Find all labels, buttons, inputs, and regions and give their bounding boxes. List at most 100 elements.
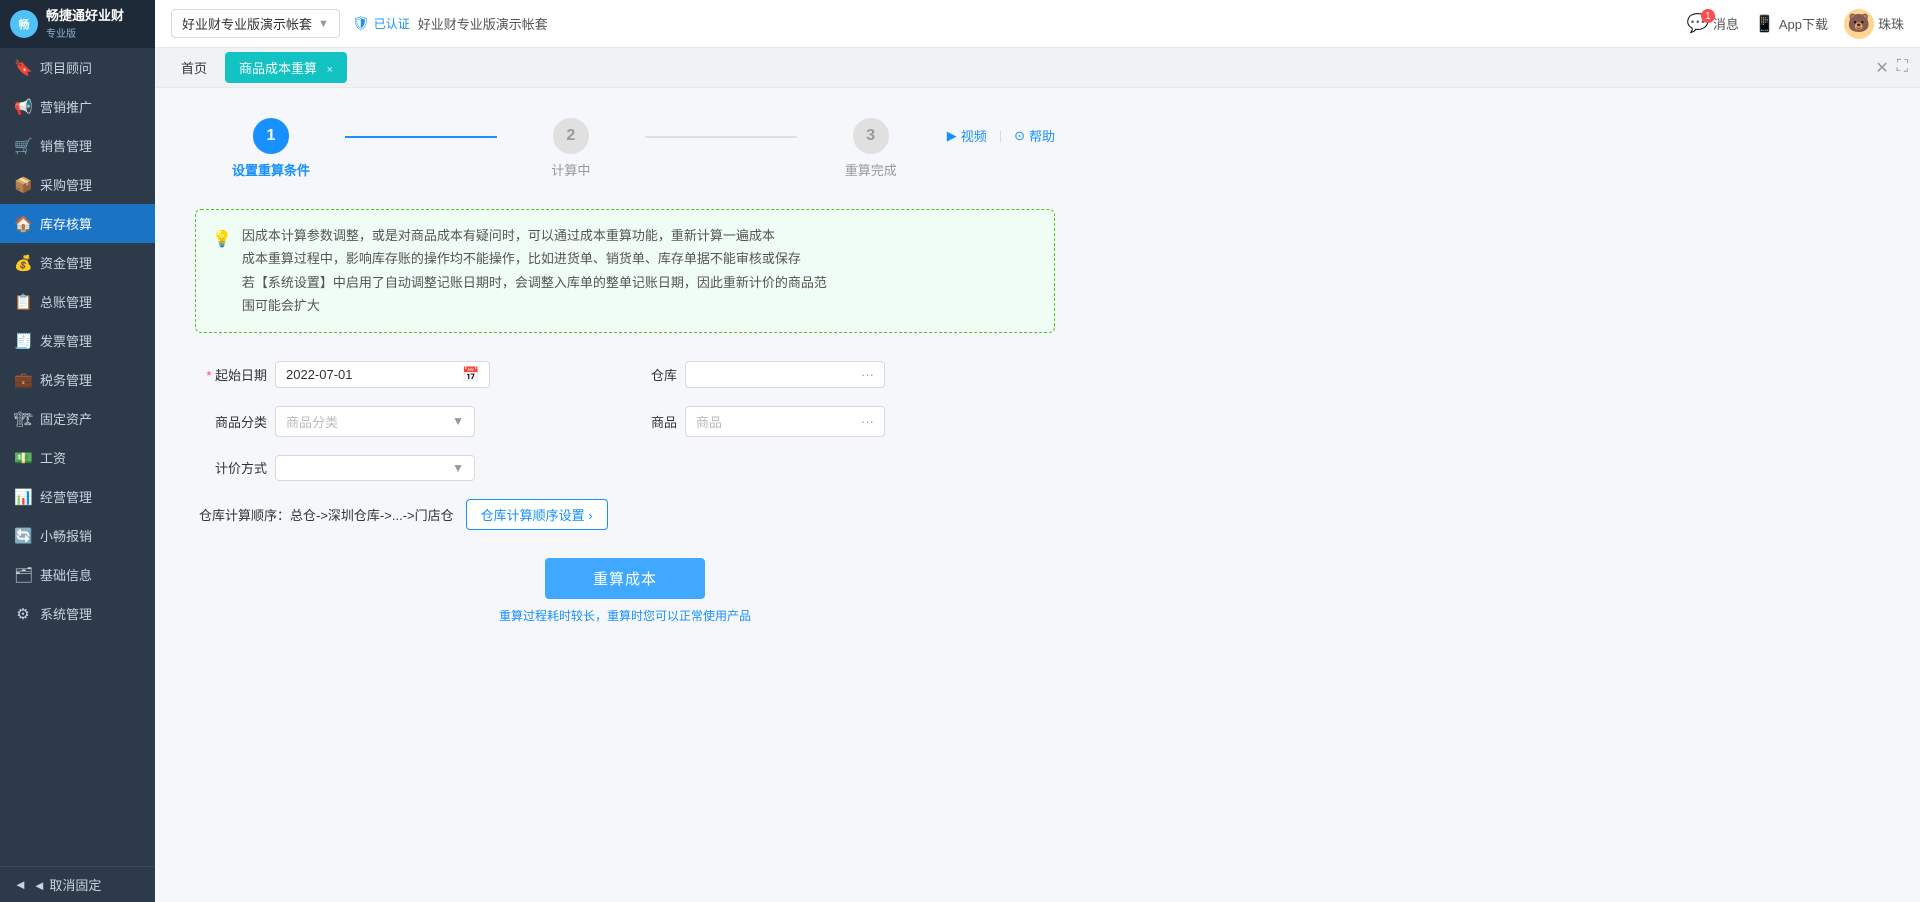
step-3-num: 3 [866, 127, 875, 145]
start-date-input-wrapper[interactable]: 📅 [275, 361, 490, 388]
tabbar-right-buttons: ✕ ⛶ [1875, 58, 1908, 78]
pricing-chevron-icon: ▼ [452, 461, 464, 475]
username: 珠珠 [1878, 14, 1904, 33]
step-2-num: 2 [566, 127, 575, 145]
sidebar-icon-发票管理: 🧾 [14, 332, 32, 350]
tab-close-icon[interactable]: × [327, 64, 333, 76]
sidebar-icon-总账管理: 📋 [14, 293, 32, 311]
verified-text: 已认证 [374, 15, 410, 32]
sidebar-item-项目顾问[interactable]: 🔖 项目顾问 [0, 48, 155, 87]
tab-cost-recalc[interactable]: 商品成本重算 × [225, 52, 347, 83]
sidebar-item-税务管理[interactable]: 💼 税务管理 [0, 360, 155, 399]
start-date-input[interactable] [286, 362, 462, 387]
info-line-3: 若【系统设置】中启用了自动调整记账日期时，会调整入库单的整单记账日期，因此重新计… [242, 271, 827, 294]
stepper: 1 设置重算条件 2 计算中 3 重算完成 ▶ 视频 | ⊙ [195, 118, 1055, 179]
sidebar-item-营销推广[interactable]: 📢 营销推广 [0, 87, 155, 126]
product-select[interactable]: 商品 ··· [685, 406, 885, 437]
user-profile[interactable]: 🐻 珠珠 [1844, 9, 1904, 39]
info-icon: 💡 [212, 226, 232, 318]
sidebar-label-营销推广: 营销推广 [40, 97, 92, 116]
step-1-circle: 1 [253, 118, 289, 154]
main-area: 好业财专业版演示帐套 ▼ 🛡 已认证 好业财专业版演示帐套 💬 1 消息 📱 A… [155, 0, 1920, 902]
info-box: 💡 因成本计算参数调整，或是对商品成本有疑问时，可以通过成本重算功能，重新计算一… [195, 209, 1055, 333]
topbar-account-name: 好业财专业版演示帐套 [418, 14, 548, 33]
sidebar-item-基础信息[interactable]: 🗂 基础信息 [0, 555, 155, 594]
warehouse-order-settings-button[interactable]: 仓库计算顺序设置 › [466, 499, 608, 530]
sidebar-icon-营销推广: 📢 [14, 98, 32, 116]
sidebar-item-库存核算[interactable]: 🏠 库存核算 [0, 204, 155, 243]
step-3: 3 重算完成 [795, 118, 947, 179]
tab-home[interactable]: 首页 [167, 52, 221, 83]
app-download-button[interactable]: 📱 App下载 [1755, 14, 1828, 34]
sidebar-item-总账管理[interactable]: 📋 总账管理 [0, 282, 155, 321]
content-area: 1 设置重算条件 2 计算中 3 重算完成 ▶ 视频 | ⊙ [155, 88, 1920, 902]
sidebar-icon-工资: 💵 [14, 449, 32, 467]
recalc-button[interactable]: 重算成本 [545, 558, 705, 599]
sidebar-item-资金管理[interactable]: 💰 资金管理 [0, 243, 155, 282]
sidebar-item-系统管理[interactable]: ⚙ 系统管理 [0, 594, 155, 633]
step-2-circle: 2 [553, 118, 589, 154]
recalc-section: 重算成本 重算过程耗时较长，重算时您可以正常使用产品 [195, 558, 1055, 624]
help-link[interactable]: ⊙ 帮助 [1014, 126, 1055, 145]
sidebar-icon-固定资产: 🏗 [14, 410, 32, 428]
sidebar-icon-基础信息: 🗂 [14, 566, 32, 584]
sidebar: 畅 畅捷通好业财 专业版 🔖 项目顾问 📢 营销推广 🛒 销售管理 📦 采购管理… [0, 0, 155, 902]
account-selector[interactable]: 好业财专业版演示帐套 ▼ [171, 9, 340, 38]
sidebar-label-库存核算: 库存核算 [40, 214, 92, 233]
app-name: 畅捷通好业财 [46, 8, 124, 25]
sidebar-label-工资: 工资 [40, 448, 66, 467]
app-edition: 专业版 [46, 25, 124, 40]
sidebar-label-经营管理: 经营管理 [40, 487, 92, 506]
info-line-1: 因成本计算参数调整，或是对商品成本有疑问时，可以通过成本重算功能，重新计算一遍成… [242, 224, 827, 247]
calendar-icon[interactable]: 📅 [462, 366, 479, 383]
verified-badge: 🛡 已认证 [352, 15, 410, 32]
info-line-2: 成本重算过程中，影响库存账的操作均不能操作，比如进货单、销货单、库存单据不能审核… [242, 247, 827, 270]
sidebar-icon-库存核算: 🏠 [14, 215, 32, 233]
tab-home-label: 首页 [181, 61, 207, 76]
sidebar-item-销售管理[interactable]: 🛒 销售管理 [0, 126, 155, 165]
recalc-btn-label: 重算成本 [593, 571, 657, 588]
sidebar-item-采购管理[interactable]: 📦 采购管理 [0, 165, 155, 204]
message-label: 消息 [1713, 14, 1739, 33]
avatar: 🐻 [1844, 9, 1874, 39]
warehouse-order-row: 仓库计算顺序：总仓->深圳仓库->...->门店仓 仓库计算顺序设置 › [195, 499, 1055, 530]
sidebar-icon-系统管理: ⚙ [14, 605, 32, 623]
product-dots-icon: ··· [861, 414, 874, 429]
message-badge: 1 [1701, 9, 1715, 23]
sidebar-label-税务管理: 税务管理 [40, 370, 92, 389]
sidebar-item-小畅报销[interactable]: 🔄 小畅报销 [0, 516, 155, 555]
pricing-select[interactable]: ▼ [275, 455, 475, 481]
sidebar-item-发票管理[interactable]: 🧾 发票管理 [0, 321, 155, 360]
tabbar: 首页 商品成本重算 × ✕ ⛶ [155, 48, 1920, 88]
message-button[interactable]: 💬 1 消息 [1686, 13, 1738, 34]
warehouse-dots-icon: ··· [861, 367, 874, 382]
sidebar-item-工资[interactable]: 💵 工资 [0, 438, 155, 477]
sidebar-icon-税务管理: 💼 [14, 371, 32, 389]
sidebar-label-资金管理: 资金管理 [40, 253, 92, 272]
step-3-circle: 3 [853, 118, 889, 154]
warehouse-select[interactable]: ··· [685, 361, 885, 388]
sidebar-label-发票管理: 发票管理 [40, 331, 92, 350]
sidebar-item-经营管理[interactable]: 📊 经营管理 [0, 477, 155, 516]
warehouse-label: 仓库 [645, 365, 685, 384]
step-2: 2 计算中 [495, 118, 647, 179]
sidebar-item-固定资产[interactable]: 🏗 固定资产 [0, 399, 155, 438]
expand-icon[interactable]: ⛶ [1897, 58, 1908, 78]
form-section: 起始日期 📅 仓库 ··· 商品分类 [195, 361, 1055, 624]
sidebar-pin-toggle[interactable]: ◄ ◄ 取消固定 [0, 866, 155, 902]
step-1: 1 设置重算条件 [195, 118, 347, 179]
category-select[interactable]: 商品分类 ▼ [275, 406, 475, 437]
topbar-actions: 💬 1 消息 📱 App下载 🐻 珠珠 [1686, 9, 1904, 39]
info-line-4: 围可能会扩大 [242, 294, 827, 317]
sidebar-label-采购管理: 采购管理 [40, 175, 92, 194]
sidebar-label-固定资产: 固定资产 [40, 409, 92, 428]
recalc-hint: 重算过程耗时较长，重算时您可以正常使用产品 [195, 607, 1055, 624]
video-help-link[interactable]: ▶ 视频 [947, 126, 987, 145]
pricing-label: 计价方式 [195, 458, 275, 477]
step-line-2 [645, 136, 797, 138]
close-window-icon[interactable]: ✕ [1875, 58, 1888, 78]
step-2-label: 计算中 [551, 160, 590, 179]
app-download-label: App下载 [1779, 14, 1828, 33]
app-logo-icon: 畅 [10, 10, 38, 38]
shield-icon: 🛡 [352, 15, 370, 32]
